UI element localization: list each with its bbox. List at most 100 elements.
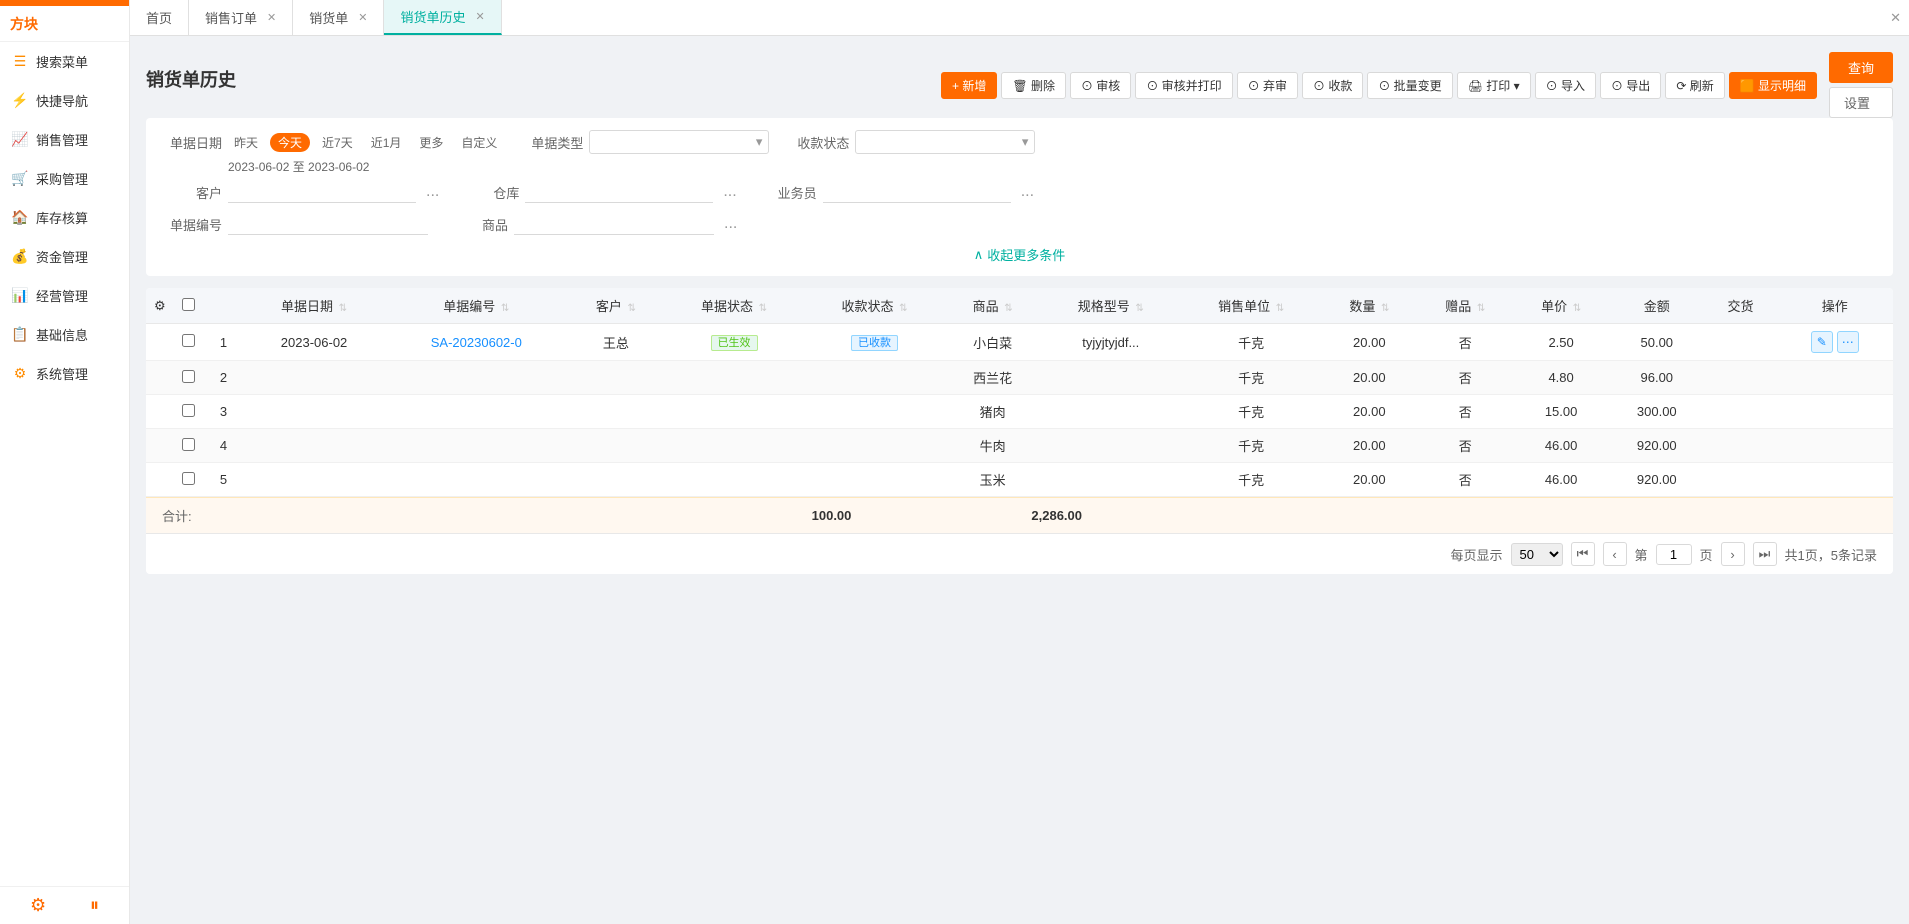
show-detail-button[interactable]: 🟧 显示明细	[1729, 72, 1817, 99]
col-doc-status[interactable]: 单据状态 ⇅	[664, 288, 804, 324]
cell-qty: 20.00	[1321, 395, 1417, 429]
page-number-input[interactable]	[1656, 544, 1692, 565]
cell-checkbox[interactable]	[174, 429, 204, 463]
tab-sales-goods[interactable]: 销货单 ✕	[293, 0, 384, 35]
col-settings[interactable]: ⚙	[146, 288, 174, 324]
date-btn-today[interactable]: 今天	[270, 133, 310, 152]
tab-sales-goods-history[interactable]: 销货单历史 ✕	[384, 0, 501, 35]
tab-sales-order[interactable]: 销售订单 ✕	[189, 0, 293, 35]
customer-more-icon[interactable]: ...	[426, 183, 439, 201]
tab-home[interactable]: 首页	[130, 0, 189, 35]
sidebar-item-basic-info[interactable]: 📋 基础信息	[0, 315, 129, 354]
staff-input[interactable]	[823, 181, 1011, 203]
tab-sales-goods-history-close[interactable]: ✕	[476, 10, 485, 23]
page-label: 页	[1700, 545, 1713, 564]
row-checkbox[interactable]	[182, 370, 195, 383]
cell-trade	[1705, 463, 1777, 497]
col-checkbox[interactable]	[174, 288, 204, 324]
row-checkbox[interactable]	[182, 438, 195, 451]
refresh-button[interactable]: ⟳ 刷新	[1665, 72, 1724, 99]
col-unit[interactable]: 销售单位 ⇅	[1181, 288, 1321, 324]
filter-warehouse: 仓库 ...	[459, 181, 736, 203]
cell-checkbox[interactable]	[174, 463, 204, 497]
cell-trade	[1705, 324, 1777, 361]
customer-input[interactable]	[228, 181, 416, 203]
export-button[interactable]: ⊙ 导出	[1600, 72, 1661, 99]
abandon-button[interactable]: ⊙ 弃审	[1237, 72, 1298, 99]
cell-qty: 20.00	[1321, 361, 1417, 395]
row-checkbox[interactable]	[182, 334, 195, 347]
audit-button[interactable]: ⊙ 审核	[1070, 72, 1131, 99]
warehouse-input[interactable]	[525, 181, 713, 203]
cell-gift: 否	[1417, 463, 1513, 497]
collect-button[interactable]: ⊙ 收款	[1302, 72, 1363, 99]
sidebar-collapse-icon[interactable]: ⏸	[90, 895, 99, 916]
audit-print-button[interactable]: ⊙ 审核并打印	[1135, 72, 1232, 99]
collapse-label: 收起更多条件	[987, 245, 1065, 264]
sidebar-item-purchase-mgmt[interactable]: 🛒 采购管理	[0, 159, 129, 198]
date-btn-custom[interactable]: 自定义	[455, 133, 503, 152]
cell-checkbox[interactable]	[174, 361, 204, 395]
print-button[interactable]: 🖨 打印 ▾	[1457, 72, 1531, 99]
per-page-select[interactable]: 50 100 200	[1511, 543, 1563, 566]
col-goods[interactable]: 商品 ⇅	[945, 288, 1041, 324]
batch-change-button[interactable]: ⊙ 批量变更	[1367, 72, 1452, 99]
sidebar-item-quick-nav[interactable]: ⚡ 快捷导航	[0, 81, 129, 120]
date-btn-1month[interactable]: 近1月	[365, 133, 408, 152]
cell-checkbox[interactable]	[174, 395, 204, 429]
doc-no-input[interactable]	[228, 213, 428, 235]
doc-no-link[interactable]: SA-20230602-0	[431, 335, 522, 350]
more-button[interactable]: ⋯	[1837, 331, 1859, 353]
col-qty[interactable]: 数量 ⇅	[1321, 288, 1417, 324]
select-all-checkbox[interactable]	[182, 298, 195, 311]
tab-sales-goods-close[interactable]: ✕	[358, 11, 367, 24]
delete-button[interactable]: 🗑 删除	[1001, 72, 1066, 99]
date-btn-more[interactable]: 更多	[413, 133, 449, 152]
pay-status-select[interactable]: ▾	[855, 130, 1035, 154]
col-price[interactable]: 单价 ⇅	[1513, 288, 1609, 324]
edit-button[interactable]: ✎	[1811, 331, 1833, 353]
goods-more-icon[interactable]: ...	[724, 215, 737, 233]
staff-more-icon[interactable]: ...	[1021, 183, 1034, 201]
sidebar-item-search-menu[interactable]: ☰ 搜索菜单	[0, 42, 129, 81]
col-date[interactable]: 单据日期 ⇅	[243, 288, 384, 324]
sidebar-item-inventory-calc[interactable]: 🏠 库存核算	[0, 198, 129, 237]
page-prev-button[interactable]: ‹	[1603, 542, 1627, 566]
row-checkbox[interactable]	[182, 472, 195, 485]
table-footer: 合计: 100.00 2,286.00	[146, 497, 1893, 533]
date-btn-yesterday[interactable]: 昨天	[228, 133, 264, 152]
col-customer[interactable]: 客户 ⇅	[568, 288, 664, 324]
sidebar-logo: 方块	[0, 6, 129, 42]
sidebar-item-ops-mgmt[interactable]: 📊 经营管理	[0, 276, 129, 315]
footer-values: 100.00 2,286.00	[812, 508, 1082, 523]
filter-row-date-range: 2023-06-02 至 2023-06-02	[162, 158, 1877, 175]
tab-sales-order-close[interactable]: ✕	[267, 11, 276, 24]
date-btn-7days[interactable]: 近7天	[316, 133, 359, 152]
tab-bar: 首页 销售订单 ✕ 销货单 ✕ 销货单历史 ✕ ✕	[130, 0, 1909, 36]
page-last-button[interactable]: ⏭	[1753, 542, 1777, 566]
col-pay-status[interactable]: 收款状态 ⇅	[804, 288, 944, 324]
new-button[interactable]: + 新增	[941, 72, 997, 99]
sidebar-settings-icon[interactable]: ⚙	[30, 895, 46, 916]
sidebar-item-fund-mgmt[interactable]: 💰 资金管理	[0, 237, 129, 276]
query-button[interactable]: 查询	[1829, 52, 1893, 83]
sidebar-item-sales-mgmt[interactable]: 📈 销售管理	[0, 120, 129, 159]
collapse-filter-button[interactable]: ∧ 收起更多条件	[162, 245, 1877, 264]
setting-button[interactable]: 设置	[1829, 87, 1893, 118]
tab-bar-close-all[interactable]: ✕	[1890, 10, 1909, 26]
col-gift[interactable]: 赠品 ⇅	[1417, 288, 1513, 324]
page-first-button[interactable]: ⏮	[1571, 542, 1595, 566]
cell-checkbox[interactable]	[174, 324, 204, 361]
doc-type-select[interactable]: ▾	[589, 130, 769, 154]
col-spec[interactable]: 规格型号 ⇅	[1041, 288, 1181, 324]
filter-row-1: 单据日期 昨天 今天 近7天 近1月 更多 自定义 单据类型 ▾ 收款状态	[162, 130, 1877, 154]
warehouse-more-icon[interactable]: ...	[723, 183, 736, 201]
import-button[interactable]: ⊙ 导入	[1535, 72, 1596, 99]
pagination-bar: 每页显示 50 100 200 ⏮ ‹ 第 页 › ⏭ 共1页，5条记录	[146, 533, 1893, 574]
goods-input[interactable]	[514, 213, 714, 235]
col-doc-no[interactable]: 单据编号 ⇅	[385, 288, 568, 324]
cell-doc-status: 已生效	[664, 324, 804, 361]
row-checkbox[interactable]	[182, 404, 195, 417]
sidebar-item-sys-mgmt[interactable]: ⚙ 系统管理	[0, 354, 129, 393]
page-next-button[interactable]: ›	[1721, 542, 1745, 566]
